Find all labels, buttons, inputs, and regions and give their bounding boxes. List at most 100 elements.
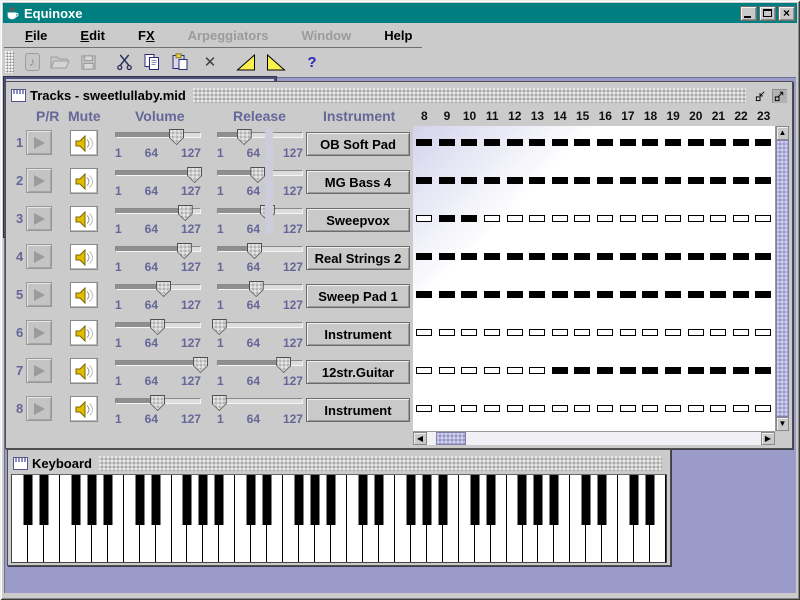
- note-clip[interactable]: [551, 177, 568, 184]
- black-key[interactable]: [262, 475, 272, 525]
- menu-window[interactable]: Window: [302, 28, 352, 43]
- note-clip[interactable]: [529, 253, 546, 260]
- note-clip[interactable]: [710, 367, 727, 374]
- empty-clip[interactable]: [506, 329, 523, 336]
- release-slider[interactable]: [217, 205, 303, 222]
- keyboard-titlebar[interactable]: Keyboard: [11, 453, 667, 474]
- empty-clip[interactable]: [664, 215, 681, 222]
- toolbar-grip[interactable]: [5, 51, 14, 73]
- close-button[interactable]: ×: [778, 5, 795, 21]
- slider-thumb[interactable]: [211, 319, 227, 335]
- empty-clip[interactable]: [483, 329, 500, 336]
- note-clip[interactable]: [642, 139, 659, 146]
- empty-clip[interactable]: [687, 329, 704, 336]
- empty-clip[interactable]: [687, 215, 704, 222]
- note-clip[interactable]: [732, 253, 749, 260]
- release-slider[interactable]: [217, 281, 303, 298]
- volume-slider[interactable]: [115, 395, 201, 412]
- empty-clip[interactable]: [506, 215, 523, 222]
- note-clip[interactable]: [529, 177, 546, 184]
- help-button[interactable]: ?: [300, 51, 324, 73]
- empty-clip[interactable]: [461, 367, 478, 374]
- empty-clip[interactable]: [619, 215, 636, 222]
- empty-clip[interactable]: [574, 215, 591, 222]
- note-clip[interactable]: [483, 291, 500, 298]
- slider-thumb[interactable]: [211, 395, 227, 411]
- note-clip[interactable]: [755, 367, 772, 374]
- play-record-button[interactable]: [26, 130, 52, 155]
- slider-thumb[interactable]: [248, 281, 264, 297]
- empty-clip[interactable]: [416, 215, 432, 222]
- black-key[interactable]: [517, 475, 527, 525]
- note-clip[interactable]: [732, 139, 749, 146]
- empty-clip[interactable]: [529, 405, 546, 412]
- slider-thumb[interactable]: [150, 395, 166, 411]
- empty-clip[interactable]: [755, 215, 772, 222]
- play-record-button[interactable]: [26, 358, 52, 383]
- note-clip[interactable]: [461, 291, 478, 298]
- note-clip[interactable]: [438, 215, 455, 222]
- black-key[interactable]: [533, 475, 543, 525]
- note-clip[interactable]: [574, 367, 591, 374]
- note-clip[interactable]: [597, 291, 613, 298]
- black-key[interactable]: [326, 475, 336, 525]
- note-clip[interactable]: [551, 253, 568, 260]
- empty-clip[interactable]: [461, 329, 478, 336]
- black-key[interactable]: [39, 475, 49, 525]
- empty-clip[interactable]: [619, 329, 636, 336]
- volume-slider[interactable]: [115, 205, 201, 222]
- note-clip[interactable]: [755, 177, 772, 184]
- note-clip[interactable]: [687, 253, 704, 260]
- note-clip[interactable]: [506, 253, 523, 260]
- empty-clip[interactable]: [416, 329, 432, 336]
- note-clip[interactable]: [461, 177, 478, 184]
- empty-clip[interactable]: [619, 405, 636, 412]
- release-slider[interactable]: [217, 243, 303, 260]
- note-clip[interactable]: [506, 139, 523, 146]
- note-clip[interactable]: [597, 367, 613, 374]
- note-clip[interactable]: [687, 177, 704, 184]
- note-clip[interactable]: [710, 253, 727, 260]
- empty-clip[interactable]: [529, 367, 546, 374]
- note-clip[interactable]: [755, 253, 772, 260]
- slider-thumb[interactable]: [276, 357, 292, 373]
- empty-clip[interactable]: [461, 405, 478, 412]
- horizontal-scroll-thumb[interactable]: [436, 432, 466, 445]
- release-slider[interactable]: [217, 129, 303, 146]
- timeline-horizontal-scrollbar[interactable]: ◀ ▶: [413, 431, 775, 445]
- black-key[interactable]: [87, 475, 97, 525]
- black-key[interactable]: [406, 475, 416, 525]
- black-key[interactable]: [151, 475, 161, 525]
- instrument-button[interactable]: Sweepvox: [306, 208, 410, 232]
- play-record-button[interactable]: [26, 206, 52, 231]
- empty-clip[interactable]: [574, 405, 591, 412]
- note-clip[interactable]: [710, 291, 727, 298]
- timeline-vertical-scrollbar[interactable]: ▲ ▼: [775, 126, 789, 431]
- maximize-button[interactable]: [759, 5, 776, 21]
- empty-clip[interactable]: [551, 329, 568, 336]
- slider-thumb[interactable]: [176, 243, 192, 259]
- black-key[interactable]: [438, 475, 448, 525]
- black-key[interactable]: [294, 475, 304, 525]
- volume-slider[interactable]: [115, 319, 201, 336]
- note-clip[interactable]: [574, 291, 591, 298]
- note-clip[interactable]: [551, 291, 568, 298]
- mute-button[interactable]: [70, 282, 98, 308]
- note-clip[interactable]: [664, 253, 681, 260]
- note-clip[interactable]: [687, 367, 704, 374]
- note-clip[interactable]: [597, 253, 613, 260]
- note-clip[interactable]: [732, 177, 749, 184]
- note-clip[interactable]: [619, 367, 636, 374]
- empty-clip[interactable]: [732, 215, 749, 222]
- fade-in-button[interactable]: [234, 51, 258, 73]
- note-clip[interactable]: [619, 139, 636, 146]
- instrument-button[interactable]: Instrument: [306, 322, 410, 346]
- slider-thumb[interactable]: [187, 167, 203, 183]
- note-clip[interactable]: [755, 139, 772, 146]
- empty-clip[interactable]: [506, 367, 523, 374]
- volume-slider[interactable]: [115, 281, 201, 298]
- note-clip[interactable]: [483, 139, 500, 146]
- black-key[interactable]: [23, 475, 33, 525]
- empty-clip[interactable]: [483, 367, 500, 374]
- empty-clip[interactable]: [438, 329, 455, 336]
